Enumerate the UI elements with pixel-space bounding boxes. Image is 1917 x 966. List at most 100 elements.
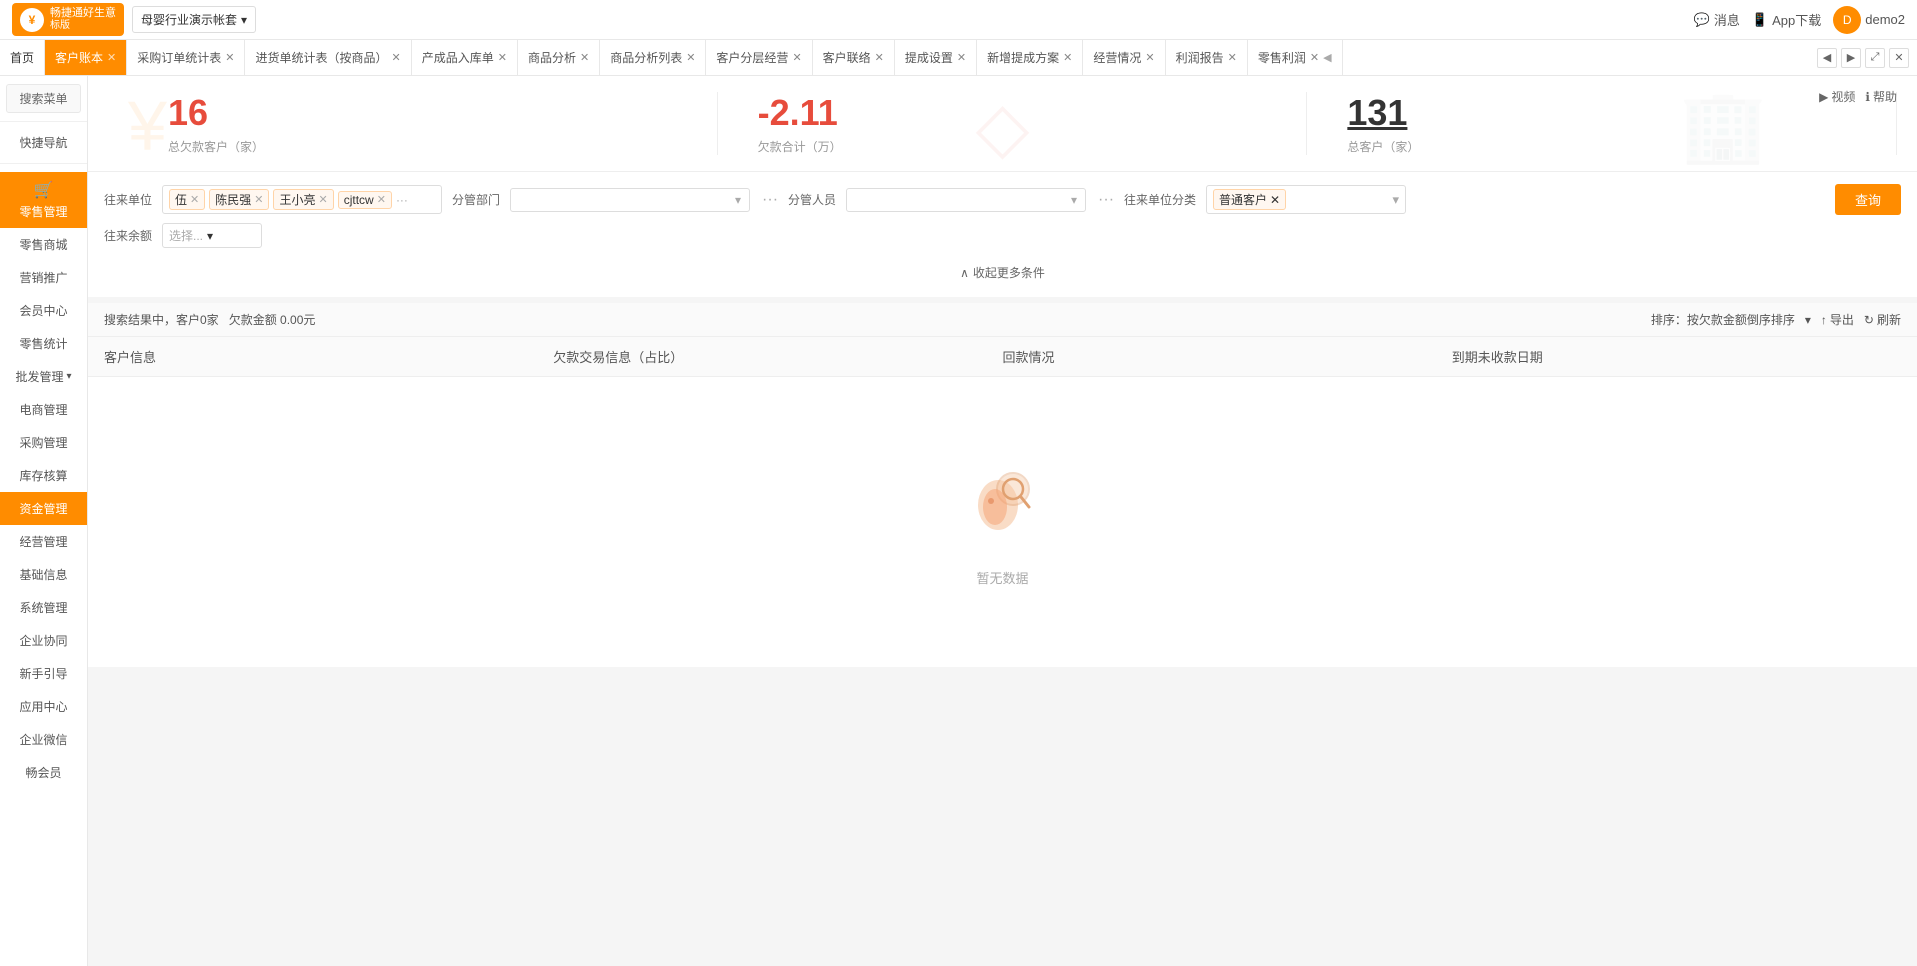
close-icon[interactable]: ✕ [1270,193,1280,207]
sidebar-item-system[interactable]: 系统管理 [0,591,87,624]
tab-customer-tier[interactable]: 客户分层经营 ✕ [706,40,812,76]
export-button[interactable]: ↑ 导出 [1821,311,1854,328]
sidebar-item-guide[interactable]: 新手引导 [0,657,87,690]
balance-filter-select[interactable]: 选择... ▾ [162,223,262,248]
filter-more-btn[interactable]: ··· [396,193,408,207]
dept-filter-select[interactable]: ▾ [510,188,750,212]
close-icon[interactable]: ✕ [1145,51,1154,64]
category-tag-normal[interactable]: 普通客户 ✕ [1213,189,1286,210]
balance-filter-label: 往来余额 [104,227,152,244]
sidebar-item-member[interactable]: 会员中心 [0,294,87,327]
tab-production[interactable]: 产成品入库单 ✕ [412,40,518,76]
tab-goods-list[interactable]: 商品分析列表 ✕ [600,40,706,76]
sidebar-item-retail[interactable]: 🛒 零售管理 [0,172,87,228]
filter-row-2: 往来余额 选择... ▾ [104,223,1901,248]
close-icon[interactable]: ✕ [957,51,966,64]
sidebar-item-retail-stats[interactable]: 零售统计 [0,327,87,360]
tab-inventory[interactable]: 进货单统计表（按商品） ✕ [245,40,411,76]
tab-purchase[interactable]: 采购订单统计表 ✕ [127,40,245,76]
sidebar-item-wechat[interactable]: 企业微信 [0,723,87,756]
close-icon[interactable]: ✕ [498,51,507,64]
message-action[interactable]: 💬 消息 [1694,10,1740,29]
collapse-button[interactable]: ∧ 收起更多条件 [956,260,1049,285]
logo-area[interactable]: ¥ 畅捷通好生意 标版 [12,3,124,36]
filter-tag-cjttcw[interactable]: cjttcw ✕ [338,191,392,209]
search-menu-button[interactable]: 搜索菜单 [6,84,81,113]
filter-tag-wu[interactable]: 伍 ✕ [169,189,205,210]
person-filter-select[interactable]: ▾ [846,188,1086,212]
refresh-button[interactable]: ↻ 刷新 [1864,311,1901,328]
message-icon: 💬 [1694,12,1710,28]
sidebar-item-ecommerce[interactable]: 电商管理 [0,393,87,426]
sidebar-item-vip[interactable]: 畅会员 [0,756,87,789]
nav-close-all-btn[interactable]: ✕ [1889,48,1909,68]
top-right-links: ▶ 视频 ℹ 帮助 [1819,88,1897,105]
help-icon: ℹ [1865,90,1870,104]
retail-icon: 🛒 [34,180,54,200]
close-icon[interactable]: ✕ [190,193,199,206]
sidebar-quick-nav: 快捷导航 [0,122,87,164]
close-icon[interactable]: ✕ [392,51,401,64]
filter-tag-wang[interactable]: 王小亮 ✕ [273,189,333,210]
sidebar-item-operations[interactable]: 经营管理 [0,525,87,558]
tab-home[interactable]: 首页 [0,40,45,76]
close-icon[interactable]: ✕ [792,51,801,64]
close-icon[interactable]: ✕ [580,51,589,64]
tab-commission[interactable]: 提成设置 ✕ [895,40,977,76]
close-icon[interactable]: ✕ [686,51,695,64]
dept-filter-label: 分管部门 [452,191,500,208]
unit-filter-tags[interactable]: 伍 ✕ 陈民强 ✕ 王小亮 ✕ cjttcw ✕ ··· [162,185,442,214]
dept-filter-dots[interactable]: ··· [762,191,778,209]
filter-tag-chen[interactable]: 陈民强 ✕ [209,189,269,210]
close-icon[interactable]: ✕ [377,193,386,206]
tab-goods-analysis[interactable]: 商品分析 ✕ [518,40,600,76]
sidebar-item-marketing[interactable]: 营销推广 [0,261,87,294]
sidebar-item-app-center[interactable]: 应用中心 [0,690,87,723]
close-icon[interactable]: ✕ [225,51,234,64]
video-link[interactable]: ▶ 视频 [1819,88,1855,105]
nav-prev-btn[interactable]: ◀ [1817,48,1837,68]
filter-row-1: 往来单位 伍 ✕ 陈民强 ✕ 王小亮 ✕ cjttcw [104,184,1901,215]
close-icon[interactable]: ✕ [254,193,263,206]
tab-retail-profit[interactable]: 零售利润 ✕ ◀ [1248,40,1343,76]
person-filter-dots[interactable]: ··· [1098,191,1114,209]
account-selector[interactable]: 母婴行业演示帐套 ▾ [132,6,256,33]
sidebar-item-inventory[interactable]: 库存核算 [0,459,87,492]
app-download-action[interactable]: 📱 App下载 [1752,10,1821,29]
sidebar-section: 🛒 零售管理 零售商城 营销推广 会员中心 零售统计 批发管理 ▾ 电商管理 [0,164,87,797]
tab-accounts[interactable]: 客户账本 ✕ [45,40,127,76]
tab-operations[interactable]: 经营情况 ✕ [1083,40,1165,76]
sidebar-item-enterprise[interactable]: 企业协同 [0,624,87,657]
results-bar-left: 搜索结果中，客户0家 欠款金额 0.00元 [104,311,315,328]
query-button[interactable]: 查询 [1835,184,1901,215]
results-bar: 搜索结果中，客户0家 欠款金额 0.00元 排序：按欠款金额倒序排序 ▾ ↑ 导… [88,303,1917,337]
close-icon[interactable]: ✕ [107,51,116,64]
empty-icon [963,457,1043,556]
chevron-down-icon: ▾ [207,229,213,243]
stat-bg-icon-3: 🏢 [1680,86,1767,168]
close-icon[interactable]: ✕ [875,51,884,64]
main-content: ¥ ◇ 🏢 16 总欠款客户（家） -2.11 欠款合计（万） 131 总客户（… [88,76,1917,966]
sidebar-item-retail-mall[interactable]: 零售商城 [0,228,87,261]
refresh-icon: ↻ [1864,313,1874,327]
close-icon[interactable]: ✕ [1310,51,1319,64]
sidebar-item-basic-info[interactable]: 基础信息 [0,558,87,591]
tab-customer-contact[interactable]: 客户联络 ✕ [813,40,895,76]
chevron-down-icon[interactable]: ▾ [1805,313,1811,327]
layout: 搜索菜单 快捷导航 🛒 零售管理 零售商城 营销推广 会员中心 零售统计 批发管 [0,76,1917,966]
sidebar-item-purchase[interactable]: 采购管理 [0,426,87,459]
category-filter[interactable]: 普通客户 ✕ ▾ [1206,185,1406,214]
close-icon[interactable]: ✕ [1063,51,1072,64]
nav-expand-btn[interactable]: ⤢ [1865,48,1885,68]
tab-profit[interactable]: 利润报告 ✕ [1166,40,1248,76]
sidebar-item-wholesale[interactable]: 批发管理 ▾ [0,360,87,393]
help-link[interactable]: ℹ 帮助 [1865,88,1897,105]
tab-new-commission[interactable]: 新增提成方案 ✕ [977,40,1083,76]
close-icon[interactable]: ✕ [1228,51,1237,64]
close-icon[interactable]: ✕ [319,193,328,206]
sidebar-item-quick-nav[interactable]: 快捷导航 [0,128,87,157]
user-menu[interactable]: D demo2 [1833,6,1905,34]
sidebar-item-finance[interactable]: 资金管理 [0,492,87,525]
nav-next-btn[interactable]: ▶ [1841,48,1861,68]
unit-filter-label: 往来单位 [104,191,152,208]
